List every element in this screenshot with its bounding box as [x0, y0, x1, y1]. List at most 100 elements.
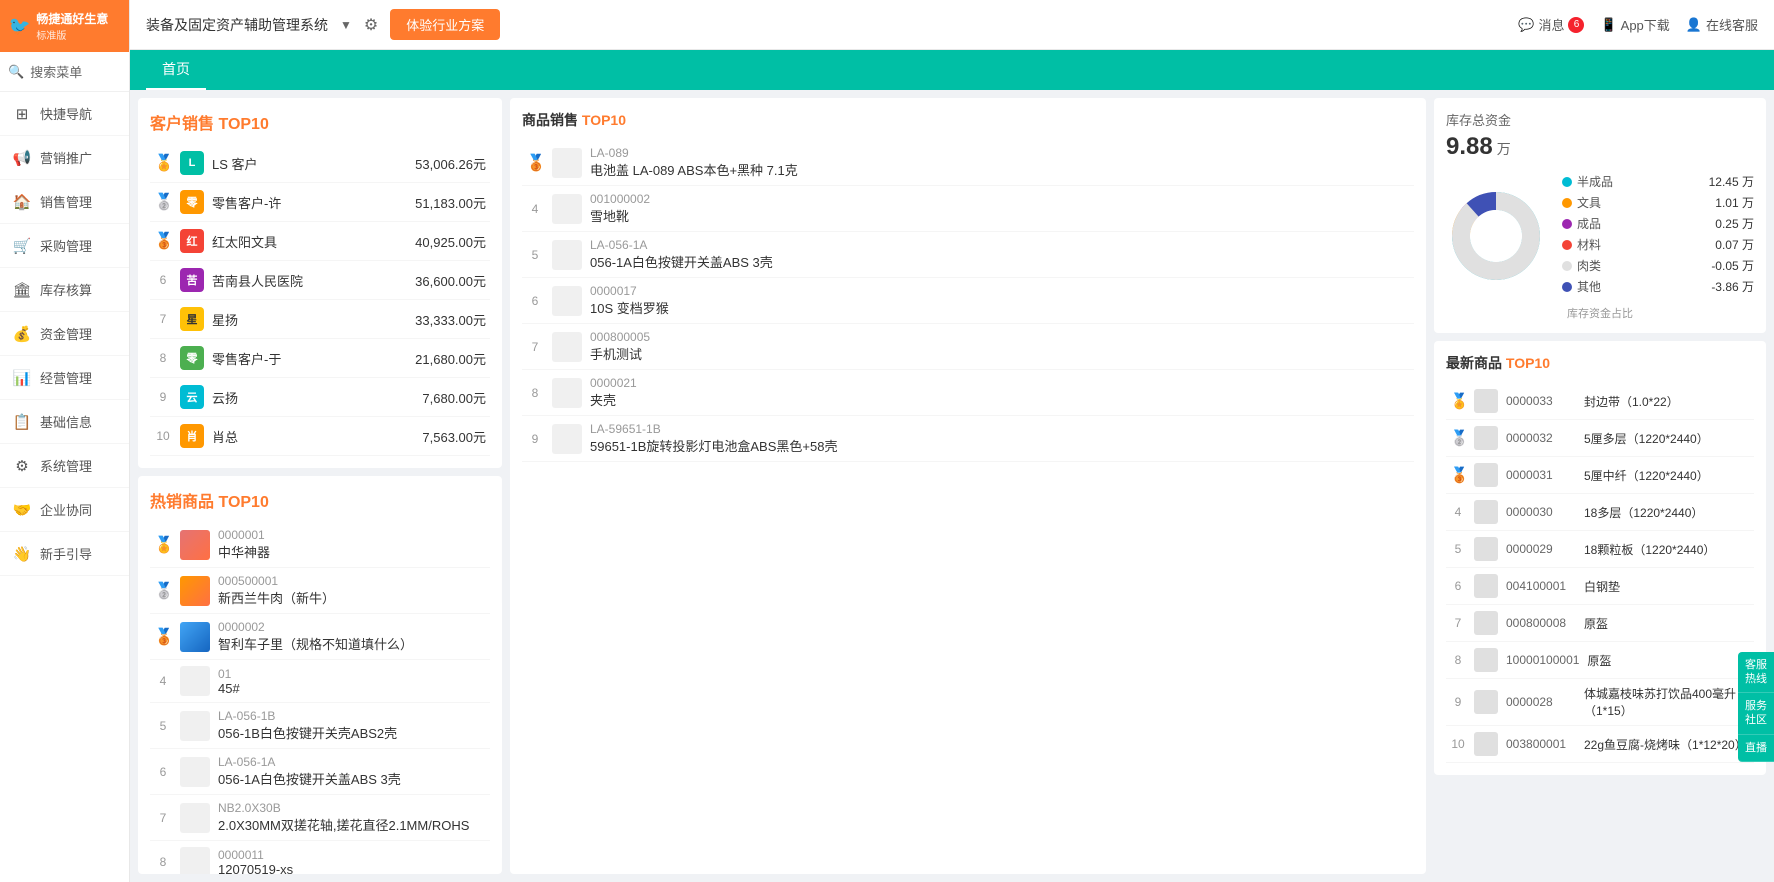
product-info: LA-59651-1B 59651-1B旋转投影灯电池盒ABS黑色+58壳 [590, 422, 1410, 455]
rank: 4 [526, 202, 544, 216]
np-code: 0000031 [1506, 468, 1576, 482]
service-icon: 👤 [1686, 17, 1702, 33]
sidebar-nav-item-inventory[interactable]: 🏛 库存核算 [0, 268, 129, 312]
product-code: LA-056-1A [218, 755, 486, 769]
legend-value: -3.86 万 [1699, 278, 1754, 295]
sidebar-nav-item-finance[interactable]: 💰 资金管理 [0, 312, 129, 356]
product-thumb [180, 803, 210, 833]
online-service-btn[interactable]: 👤 在线客服 [1686, 15, 1758, 34]
inventory-title: 库存总资金 [1446, 110, 1754, 129]
sidebar-nav-item-basic-info[interactable]: 📋 基础信息 [0, 400, 129, 444]
product-thumb [552, 286, 582, 316]
np-name: 原盔 [1587, 652, 1750, 669]
np-code: 0000030 [1506, 505, 1576, 519]
operation-label: 经营管理 [40, 368, 92, 387]
legend-item: 肉类 -0.05 万 [1562, 257, 1754, 274]
dropdown-btn[interactable]: ▼ [340, 18, 352, 32]
sales-icon: 🏠 [12, 193, 32, 211]
product-item: 7 000800005 手机测试 [522, 324, 1414, 370]
product-name: 中华神器 [218, 542, 486, 561]
left-panel: 客户销售 TOP10 🏅 L LS 客户 53,006.26元 🥈 零 [130, 90, 510, 882]
rank: 8 [526, 386, 544, 400]
product-item: 🏅 0000001 中华神器 [150, 522, 490, 568]
app-download-btn[interactable]: 📱 App下载 [1600, 15, 1669, 34]
sidebar-nav-item-operation[interactable]: 📊 经营管理 [0, 356, 129, 400]
operation-icon: 📊 [12, 369, 32, 387]
cs-community[interactable]: 服务社区 [1738, 693, 1774, 735]
cs-live[interactable]: 直播 [1738, 735, 1774, 762]
sidebar-nav-item-marketing[interactable]: 📢 营销推广 [0, 136, 129, 180]
product-thumb [180, 847, 210, 874]
rank-num: 10 [154, 429, 172, 443]
sidebar-search-area[interactable]: 🔍 搜索菜单 [0, 52, 129, 92]
msg-btn[interactable]: 💬 消息 6 [1518, 15, 1584, 34]
np-rank: 10 [1450, 737, 1466, 751]
app-icon: 📱 [1600, 17, 1616, 33]
sidebar-nav-item-purchase[interactable]: 🛒 采购管理 [0, 224, 129, 268]
product-name: 雪地靴 [590, 206, 1410, 225]
finance-label: 资金管理 [40, 324, 92, 343]
legend-item: 半成品 12.45 万 [1562, 173, 1754, 190]
sidebar-nav-item-guide[interactable]: 👋 新手引导 [0, 532, 129, 576]
np-thumb [1474, 574, 1498, 598]
avatar: 苦 [180, 268, 204, 292]
np-name: 封边带（1.0*22） [1584, 393, 1750, 410]
product-thumb [552, 424, 582, 454]
system-label: 系统管理 [40, 456, 92, 475]
list-item: 6 苦 苦南县人民医院 36,600.00元 [150, 261, 490, 300]
product-thumb [180, 666, 210, 696]
legend-value: 0.07 万 [1699, 236, 1754, 253]
rank-num: 8 [154, 351, 172, 365]
inventory-chart-area: 半成品 12.45 万 文具 1.01 万 成品 0.25 万 [1446, 173, 1754, 299]
quick-nav-label: 快捷导航 [40, 104, 92, 123]
product-item: 9 LA-59651-1B 59651-1B旋转投影灯电池盒ABS黑色+58壳 [522, 416, 1414, 462]
np-name: 18多层（1220*2440） [1584, 504, 1750, 521]
new-product-item: 5 0000029 18颗粒板（1220*2440） [1446, 531, 1754, 568]
customer-top10-card: 客户销售 TOP10 🏅 L LS 客户 53,006.26元 🥈 零 [138, 98, 502, 468]
product-name: 2.0X30MM双搓花轴,搓花直径2.1MM/ROHS [218, 815, 486, 834]
inventory-amount-row: 9.88 万 [1446, 133, 1754, 161]
hot-product-title-text: 热销商品 TOP10 [150, 488, 269, 512]
product-info: 0000017 10S 变档罗猴 [590, 284, 1410, 317]
cs-hotline[interactable]: 客服热线 [1738, 652, 1774, 694]
product-thumb [552, 148, 582, 178]
rank: 9 [526, 432, 544, 446]
sidebar-nav-item-system[interactable]: ⚙ 系统管理 [0, 444, 129, 488]
product-thumb [180, 622, 210, 652]
search-menu-btn[interactable]: 🔍 搜索菜单 [8, 62, 121, 81]
np-code: 0000028 [1506, 695, 1576, 709]
legend-label: 其他 [1577, 278, 1601, 295]
product-item: 8 0000011 12070519-xs [150, 841, 490, 874]
sidebar-nav-item-sales[interactable]: 🏠 销售管理 [0, 180, 129, 224]
customer-name: 云扬 [212, 388, 414, 407]
np-rank: 🥈 [1450, 429, 1466, 447]
settings-btn[interactable]: ⚙ [364, 15, 378, 35]
msg-icon: 💬 [1518, 17, 1534, 33]
np-code: 0000032 [1506, 431, 1576, 445]
legend-value: -0.05 万 [1699, 257, 1754, 274]
logo-sub: 标准版 [36, 27, 108, 42]
avatar: L [180, 151, 204, 175]
product-info: 0000011 12070519-xs [218, 848, 486, 875]
legend-label: 半成品 [1577, 173, 1613, 190]
basic-info-label: 基础信息 [40, 412, 92, 431]
product-item: 🥉 LA-089 电池盖 LA-089 ABS本色+黑种 7.1克 [522, 140, 1414, 186]
sidebar-nav-item-cooperation[interactable]: 🤝 企业协同 [0, 488, 129, 532]
marketing-label: 营销推广 [40, 148, 92, 167]
product-name: 056-1A白色按键开关盖ABS 3壳 [218, 769, 486, 788]
rank-2: 🥈 [154, 192, 172, 212]
content-main: 客户销售 TOP10 🏅 L LS 客户 53,006.26元 🥈 零 [130, 90, 1774, 882]
inventory-label: 库存核算 [40, 280, 92, 299]
np-rank: 8 [1450, 653, 1466, 667]
logo-name: 畅捷通好生意 [36, 10, 108, 27]
product-sale-title-text: 商品销售 TOP10 [522, 110, 626, 130]
new-product-item: 9 0000028 体城嘉枝味苏打饮品400毫升（1*15） [1446, 679, 1754, 726]
tab-home[interactable]: 首页 [146, 50, 206, 90]
sidebar-nav-item-quick-nav[interactable]: ⊞ 快捷导航 [0, 92, 129, 136]
trial-btn[interactable]: 体验行业方案 [390, 9, 500, 40]
product-thumb [552, 332, 582, 362]
np-rank: 7 [1450, 616, 1466, 630]
customer-amount: 36,600.00元 [415, 271, 486, 290]
np-rank: 5 [1450, 542, 1466, 556]
right-panel: 库存总资金 9.88 万 [1434, 90, 1774, 882]
